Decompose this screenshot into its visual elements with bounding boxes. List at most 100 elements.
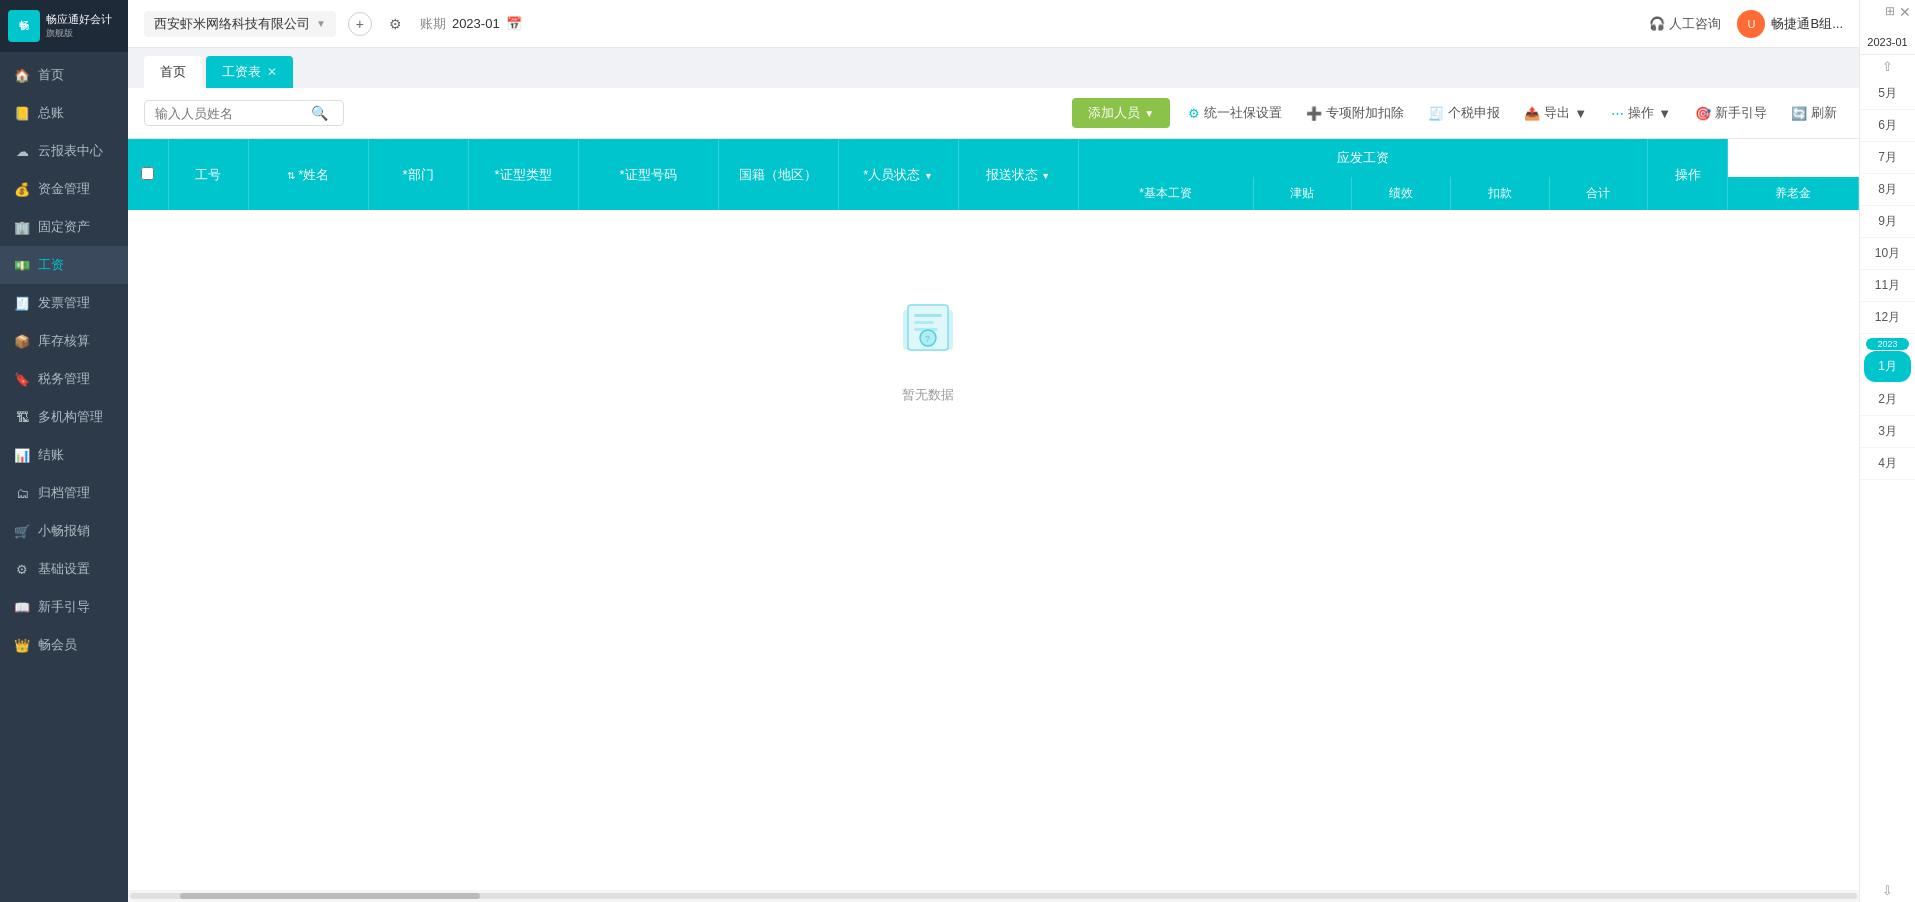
month-nav-up[interactable]: ⇧ (1860, 55, 1915, 78)
export-button[interactable]: 📤 导出 ▼ (1518, 100, 1593, 126)
export-label: 导出 (1544, 104, 1570, 122)
multi-org-icon: 🏗 (14, 410, 30, 425)
tab-home[interactable]: 首页 (144, 56, 202, 88)
add-dropdown-icon: ▼ (1144, 108, 1154, 119)
month-2-2023[interactable]: 2月 (1860, 384, 1915, 416)
col-deduction: 扣款 (1450, 177, 1549, 210)
month-3-2023[interactable]: 3月 (1860, 416, 1915, 448)
sidebar-item-multi-org[interactable]: 🏗 多机构管理 (0, 398, 128, 436)
search-box: 🔍 (144, 100, 344, 126)
topbar: 西安虾米网络科技有限公司 ▼ + ⚙ 账期 2023-01 📅 🎧 人工咨询 U… (128, 0, 1859, 48)
panel-year-header: 2023-01 (1860, 30, 1915, 55)
month-8-2022[interactable]: 8月 (1860, 174, 1915, 206)
sidebar-item-tax-label: 税务管理 (38, 370, 90, 388)
logo-icon: 畅 (8, 10, 40, 42)
sidebar-item-fund[interactable]: 💰 资金管理 (0, 170, 128, 208)
customer-service-button[interactable]: 🎧 人工咨询 (1649, 15, 1721, 33)
sidebar-item-assets-label: 固定资产 (38, 218, 90, 236)
sidebar-item-close-account[interactable]: 📊 结账 (0, 436, 128, 474)
month-4-2023[interactable]: 4月 (1860, 448, 1915, 480)
month-6-2022[interactable]: 6月 (1860, 110, 1915, 142)
svg-rect-3 (914, 321, 934, 324)
scroll-thumb[interactable] (180, 893, 480, 899)
close-panel-button[interactable]: ✕ (1899, 4, 1911, 20)
sidebar-item-cloud-report[interactable]: ☁ 云报表中心 (0, 132, 128, 170)
refresh-button[interactable]: 🔄 刷新 (1785, 100, 1843, 126)
sidebar-item-inventory-label: 库存核算 (38, 332, 90, 350)
headset-icon: 🎧 (1649, 16, 1665, 31)
social-insurance-button[interactable]: ⚙ 统一社保设置 (1182, 100, 1288, 126)
user-menu[interactable]: U 畅捷通B组... (1737, 10, 1843, 38)
scroll-track (130, 893, 1857, 899)
content-toolbar: 🔍 添加人员 ▼ ⚙ 统一社保设置 ➕ 专项附加扣除 🧾 个税申报 📤 导出 (128, 88, 1859, 139)
special-deduction-label: 专项附加扣除 (1326, 104, 1404, 122)
sidebar-nav: 🏠 首页 📒 总账 ☁ 云报表中心 💰 资金管理 🏢 固定资产 💵 工资 🧾 发… (0, 52, 128, 902)
tab-salary-close[interactable]: ✕ (267, 65, 277, 79)
sidebar-item-salary-label: 工资 (38, 256, 64, 274)
topbar-settings-button[interactable]: ⚙ (384, 12, 408, 36)
sidebar-item-member[interactable]: 👑 畅会员 (0, 626, 128, 664)
assets-icon: 🏢 (14, 220, 30, 235)
calendar-icon[interactable]: 📅 (506, 16, 522, 31)
sidebar-item-inventory[interactable]: 📦 库存核算 (0, 322, 128, 360)
month-12-2022[interactable]: 12月 (1860, 302, 1915, 334)
sidebar-item-expense[interactable]: 🛒 小畅报销 (0, 512, 128, 550)
sidebar-item-settings[interactable]: ⚙ 基础设置 (0, 550, 128, 588)
topbar-right: 🎧 人工咨询 U 畅捷通B组... (1649, 10, 1843, 38)
sidebar-item-home[interactable]: 🏠 首页 (0, 56, 128, 94)
filter-icon-status[interactable]: ▼ (924, 171, 933, 181)
sidebar-item-tax[interactable]: 🔖 税务管理 (0, 360, 128, 398)
salary-table-container[interactable]: 工号 ⇅ *姓名 *部门 *证型类型 *证型号码 国籍（地区） *人员状态 ▼ … (128, 139, 1859, 890)
col-dept: *部门 (368, 139, 468, 210)
add-company-button[interactable]: + (348, 12, 372, 36)
sidebar-item-member-label: 畅会员 (38, 636, 77, 654)
expand-panel-button[interactable]: ⊞ (1885, 4, 1895, 18)
operations-button[interactable]: ⋯ 操作 ▼ (1605, 100, 1677, 126)
refresh-label: 刷新 (1811, 104, 1837, 122)
sidebar-item-fund-label: 资金管理 (38, 180, 90, 198)
month-10-2022[interactable]: 10月 (1860, 238, 1915, 270)
filter-icon-report[interactable]: ▼ (1041, 171, 1050, 181)
company-selector[interactable]: 西安虾米网络科技有限公司 ▼ (144, 11, 336, 37)
special-deduction-icon: ➕ (1306, 106, 1322, 121)
home-icon: 🏠 (14, 68, 30, 83)
sidebar: 畅 畅应通好会计 旗舰版 🏠 首页 📒 总账 ☁ 云报表中心 💰 资金管理 🏢 … (0, 0, 128, 902)
sidebar-item-ledger-label: 总账 (38, 104, 64, 122)
month-5-2022[interactable]: 5月 (1860, 78, 1915, 110)
special-deduction-button[interactable]: ➕ 专项附加扣除 (1300, 100, 1410, 126)
sidebar-item-archive-label: 归档管理 (38, 484, 90, 502)
sidebar-item-assets[interactable]: 🏢 固定资产 (0, 208, 128, 246)
tax-filing-button[interactable]: 🧾 个税申报 (1422, 100, 1506, 126)
month-11-2022[interactable]: 11月 (1860, 270, 1915, 302)
month-list: 5月 6月 7月 8月 9月 10月 11月 12月 2023 1月 2月 3月… (1860, 78, 1915, 879)
sidebar-item-invoice[interactable]: 🧾 发票管理 (0, 284, 128, 322)
col-report-status: 报送状态 ▼ (958, 139, 1078, 210)
month-9-2022[interactable]: 9月 (1860, 206, 1915, 238)
month-nav-down[interactable]: ⇩ (1860, 879, 1915, 902)
month-7-2022[interactable]: 7月 (1860, 142, 1915, 174)
horizontal-scrollbar[interactable] (128, 890, 1859, 902)
col-employee-id: 工号 (168, 139, 248, 210)
refresh-icon: 🔄 (1791, 106, 1807, 121)
sidebar-item-guide[interactable]: 📖 新手引导 (0, 588, 128, 626)
sidebar-item-ledger[interactable]: 📒 总账 (0, 94, 128, 132)
col-actions-header: 操作 (1648, 139, 1728, 210)
col-base-salary: *基本工资 (1078, 177, 1253, 210)
sidebar-item-archive[interactable]: 🗂 归档管理 (0, 474, 128, 512)
year-badge-2023: 2023 (1866, 338, 1909, 350)
search-icon: 🔍 (311, 105, 328, 121)
tab-salary[interactable]: 工资表 ✕ (206, 56, 293, 88)
app-logo: 畅 畅应通好会计 旗舰版 (0, 0, 128, 52)
svg-text:?: ? (925, 334, 930, 344)
main-area: 西安虾米网络科技有限公司 ▼ + ⚙ 账期 2023-01 📅 🎧 人工咨询 U… (128, 0, 1859, 902)
archive-icon: 🗂 (14, 486, 30, 501)
operations-icon: ⋯ (1611, 106, 1624, 121)
sidebar-item-salary[interactable]: 💵 工资 (0, 246, 128, 284)
search-input[interactable] (155, 106, 305, 121)
select-all-checkbox[interactable] (141, 167, 154, 180)
sidebar-item-guide-label: 新手引导 (38, 598, 90, 616)
guide-button[interactable]: 🎯 新手引导 (1689, 100, 1773, 126)
add-employee-button[interactable]: 添加人员 ▼ (1072, 98, 1170, 128)
sidebar-item-expense-label: 小畅报销 (38, 522, 90, 540)
month-1-2023[interactable]: 1月 (1864, 351, 1911, 383)
